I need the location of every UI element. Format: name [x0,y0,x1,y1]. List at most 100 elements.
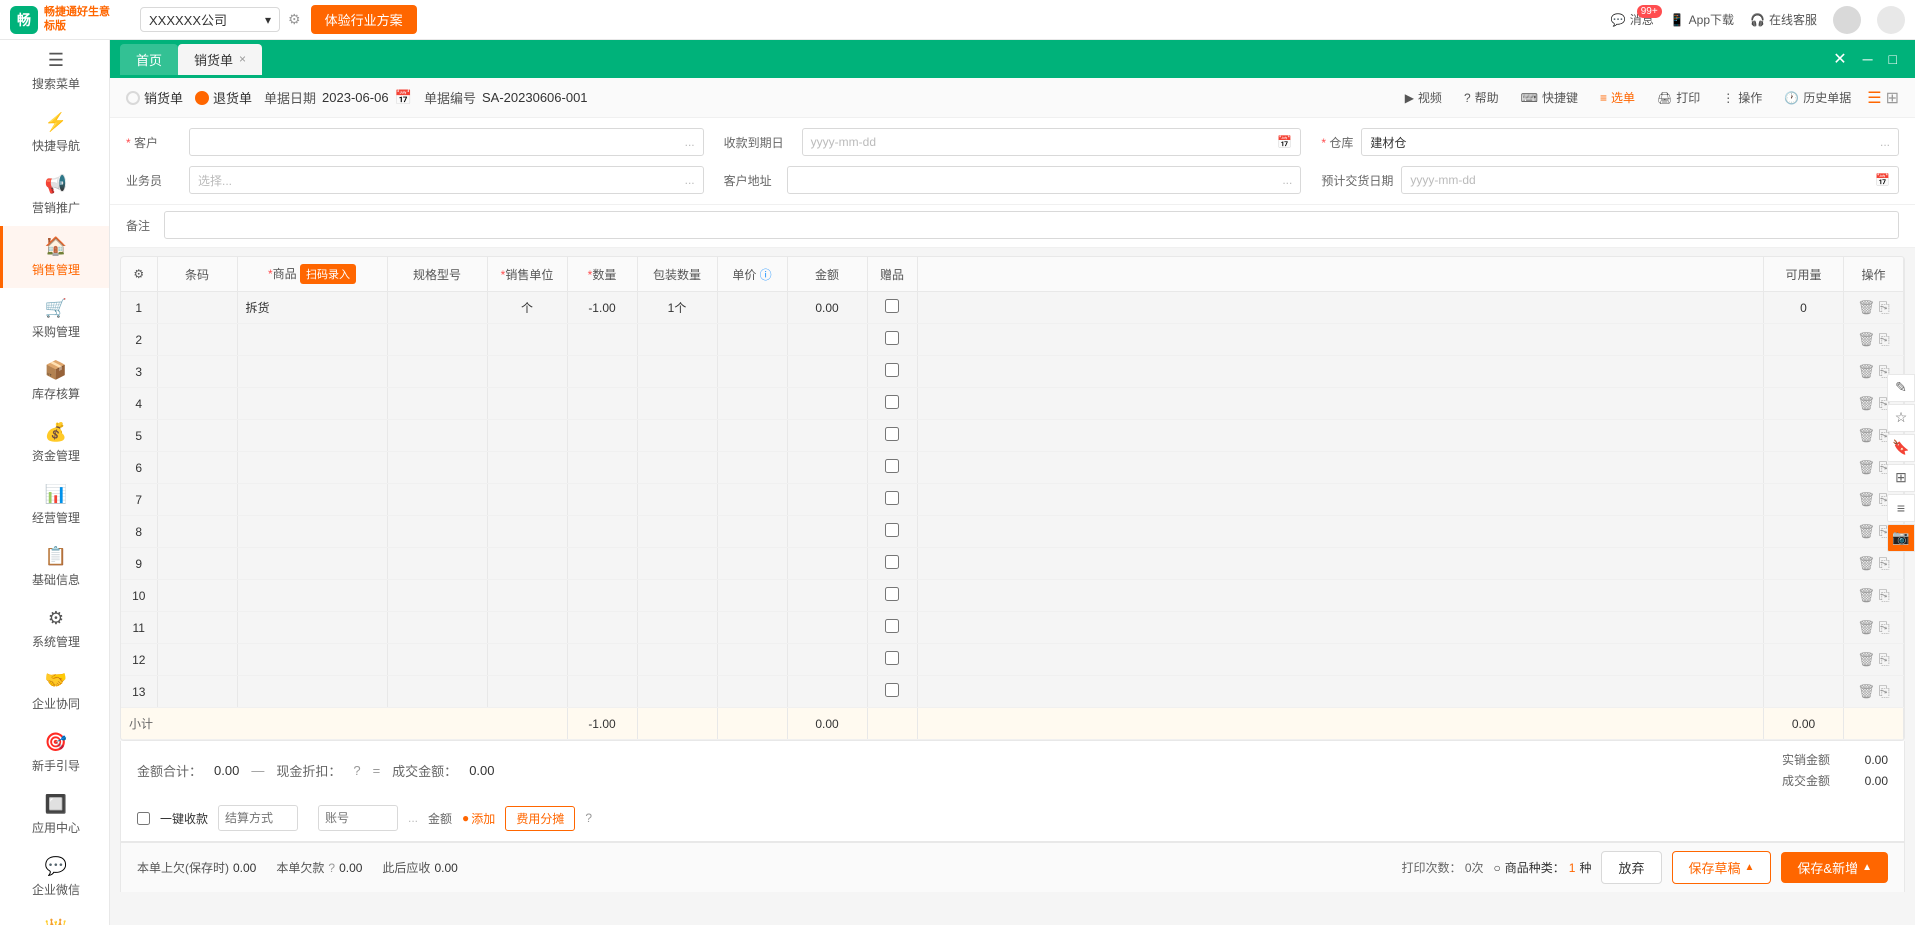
delete-row-icon-3[interactable]: 🗑 [1857,363,1875,379]
td-product-6[interactable] [237,452,387,484]
td-amount-2[interactable] [787,324,867,356]
td-qty-1[interactable]: -1.00 [567,292,637,324]
td-spec-4[interactable] [387,388,487,420]
td-pack-qty-1[interactable]: 1个 [637,292,717,324]
payment-method-input[interactable] [218,805,298,831]
expense-split-btn[interactable]: 费用分摊 [505,806,575,831]
float-bookmark-btn[interactable]: 🔖 [1887,434,1915,462]
gear-icon[interactable]: ⚙ [288,11,301,28]
td-unit-13[interactable] [487,676,567,708]
td-unit-12[interactable] [487,644,567,676]
list-view-icon[interactable]: ☰ [1867,88,1881,108]
sidebar-item-operations[interactable]: 📊 经营管理 [0,474,109,536]
td-unit-7[interactable] [487,484,567,516]
select-btn[interactable]: ≡ 选单 [1594,86,1641,109]
delete-row-icon-10[interactable]: 🗑 [1857,587,1875,603]
td-amount-1[interactable]: 0.00 [787,292,867,324]
td-spec-1[interactable] [387,292,487,324]
td-gift-7[interactable] [867,484,917,516]
td-unit-5[interactable] [487,420,567,452]
td-pack-qty-7[interactable] [637,484,717,516]
delete-row-icon-12[interactable]: 🗑 [1857,651,1875,667]
td-product-12[interactable] [237,644,387,676]
td-spec-11[interactable] [387,612,487,644]
th-settings[interactable]: ⚙ [121,257,157,292]
td-product-11[interactable] [237,612,387,644]
radio-sales-order[interactable]: 销货单 [126,88,183,107]
td-product-9[interactable] [237,548,387,580]
scan-button[interactable]: 扫码录入 [300,264,356,284]
td-qty-10[interactable] [567,580,637,612]
td-product-5[interactable] [237,420,387,452]
td-pack-qty-8[interactable] [637,516,717,548]
sidebar-item-system[interactable]: ⚙ 系统管理 [0,598,109,660]
td-barcode-6[interactable] [157,452,237,484]
copy-row-icon-11[interactable]: ⎘ [1878,619,1889,635]
td-qty-13[interactable] [567,676,637,708]
shortcuts-btn[interactable]: ⌨ 快捷键 [1515,86,1584,109]
one-click-payment-checkbox[interactable] [137,812,150,825]
copy-row-icon-1[interactable]: ⎘ [1878,299,1889,315]
td-gift-9[interactable] [867,548,917,580]
copy-row-icon-2[interactable]: ⎘ [1878,331,1889,347]
td-amount-7[interactable] [787,484,867,516]
td-product-2[interactable] [237,324,387,356]
td-gift-11[interactable] [867,612,917,644]
save-new-btn[interactable]: 保存&新增 ▲ [1781,852,1888,883]
td-unit-6[interactable] [487,452,567,484]
delete-row-icon-11[interactable]: 🗑 [1857,619,1875,635]
copy-row-icon-13[interactable]: ⎘ [1878,683,1889,699]
td-pack-qty-10[interactable] [637,580,717,612]
td-pack-qty-3[interactable] [637,356,717,388]
td-gift-12[interactable] [867,644,917,676]
remark-input[interactable] [164,211,1899,239]
td-qty-12[interactable] [567,644,637,676]
td-spec-9[interactable] [387,548,487,580]
td-barcode-12[interactable] [157,644,237,676]
td-qty-8[interactable] [567,516,637,548]
td-amount-9[interactable] [787,548,867,580]
td-amount-11[interactable] [787,612,867,644]
float-grid-btn[interactable]: ⊞ [1887,464,1915,492]
td-barcode-5[interactable] [157,420,237,452]
sidebar-item-search[interactable]: ☰ 搜索菜单 [0,40,109,102]
td-gift-2[interactable] [867,324,917,356]
td-pack-qty-5[interactable] [637,420,717,452]
td-barcode-7[interactable] [157,484,237,516]
td-gift-6[interactable] [867,452,917,484]
calendar-icon[interactable]: 📅 [395,89,412,106]
td-gift-4[interactable] [867,388,917,420]
td-pack-qty-9[interactable] [637,548,717,580]
sidebar-item-marketing[interactable]: 📢 营销推广 [0,164,109,226]
tab-home[interactable]: 首页 [120,44,178,75]
td-unit-3[interactable] [487,356,567,388]
float-star-btn[interactable]: ☆ [1887,404,1915,432]
td-pack-qty-11[interactable] [637,612,717,644]
account-input[interactable] [318,805,398,831]
td-qty-2[interactable] [567,324,637,356]
copy-row-icon-12[interactable]: ⎘ [1878,651,1889,667]
td-barcode-9[interactable] [157,548,237,580]
td-spec-8[interactable] [387,516,487,548]
td-pack-qty-6[interactable] [637,452,717,484]
td-amount-8[interactable] [787,516,867,548]
radio-return-order[interactable]: 退货单 [195,88,252,107]
td-unit-11[interactable] [487,612,567,644]
td-pack-qty-12[interactable] [637,644,717,676]
td-gift-3[interactable] [867,356,917,388]
customer-addr-input[interactable]: ... [787,166,1302,194]
delete-row-icon-4[interactable]: 🗑 [1857,395,1875,411]
td-price-9[interactable] [717,548,787,580]
td-qty-11[interactable] [567,612,637,644]
td-pack-qty-4[interactable] [637,388,717,420]
td-gift-1[interactable] [867,292,917,324]
td-product-1[interactable]: 拆货 [237,292,387,324]
td-pack-qty-2[interactable] [637,324,717,356]
td-barcode-10[interactable] [157,580,237,612]
tab-sales-order[interactable]: 销货单 × [178,44,262,75]
td-spec-7[interactable] [387,484,487,516]
maximize-icon[interactable]: □ [1881,51,1905,67]
td-product-10[interactable] [237,580,387,612]
sidebar-item-enterprise[interactable]: 🤝 企业协同 [0,660,109,722]
td-price-1[interactable] [717,292,787,324]
